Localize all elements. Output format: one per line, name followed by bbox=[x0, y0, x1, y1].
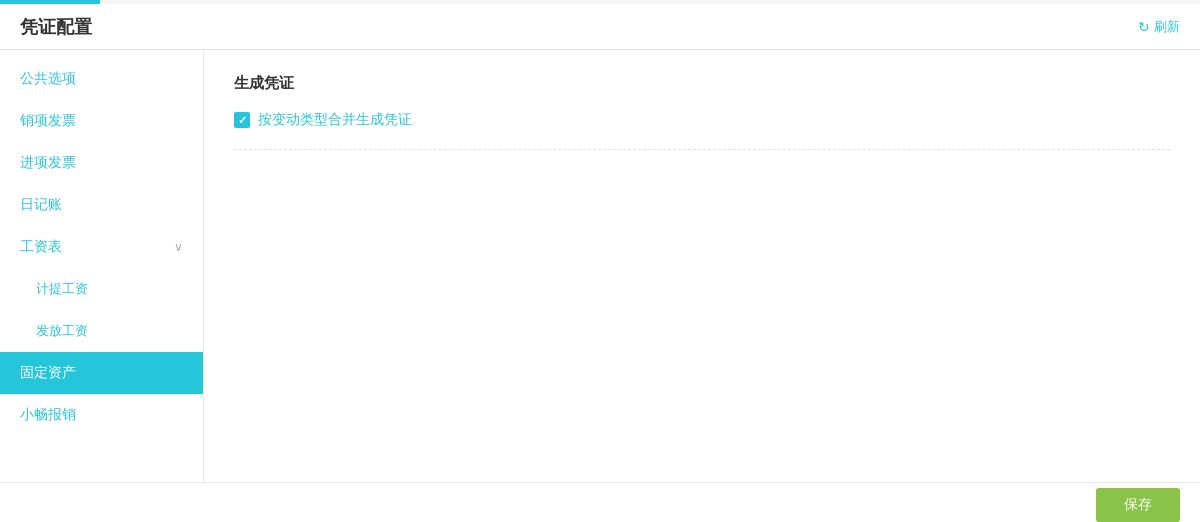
merge-voucher-label: 按变动类型合并生成凭证 bbox=[258, 111, 412, 129]
section-divider bbox=[234, 149, 1170, 150]
sidebar: 公共选项销项发票进项发票日记账工资表 ∨ 计提工资发放工资固定资产小畅报销 bbox=[0, 50, 204, 482]
sidebar-item-payroll-pay[interactable]: 发放工资 bbox=[0, 310, 203, 352]
main-layout: 公共选项销项发票进项发票日记账工资表 ∨ 计提工资发放工资固定资产小畅报销 生成凭证… bbox=[0, 50, 1200, 482]
merge-voucher-checkbox[interactable] bbox=[234, 112, 250, 128]
sidebar-item-label: 销项发票 bbox=[20, 112, 76, 130]
refresh-button[interactable]: ↻ 刷新 bbox=[1138, 18, 1180, 36]
main-content: 生成凭证 按变动类型合并生成凭证 bbox=[204, 50, 1200, 482]
sidebar-item-sales-invoice[interactable]: 销项发票 bbox=[0, 100, 203, 142]
section-title: 生成凭证 bbox=[234, 74, 1170, 93]
sidebar-item-label: 工资表 bbox=[20, 238, 62, 256]
sidebar-item-public[interactable]: 公共选项 bbox=[0, 58, 203, 100]
page-title: 凭证配置 bbox=[20, 15, 92, 39]
sidebar-item-journal[interactable]: 日记账 bbox=[0, 184, 203, 226]
sidebar-item-label: 小畅报销 bbox=[20, 406, 76, 424]
sidebar-item-label: 发放工资 bbox=[36, 322, 88, 340]
sidebar-item-expense[interactable]: 小畅报销 bbox=[0, 394, 203, 436]
sidebar-item-purchase-invoice[interactable]: 进项发票 bbox=[0, 142, 203, 184]
page-footer: 保存 bbox=[0, 482, 1200, 522]
sidebar-item-label: 日记账 bbox=[20, 196, 62, 214]
refresh-icon: ↻ bbox=[1138, 19, 1150, 35]
sidebar-item-payroll-calc[interactable]: 计提工资 bbox=[0, 268, 203, 310]
page-header: 凭证配置 ↻ 刷新 bbox=[0, 4, 1200, 50]
chevron-down-icon: ∨ bbox=[174, 240, 183, 254]
sidebar-item-fixed-assets[interactable]: 固定资产 bbox=[0, 352, 203, 394]
merge-voucher-row: 按变动类型合并生成凭证 bbox=[234, 111, 1170, 129]
sidebar-item-label: 计提工资 bbox=[36, 280, 88, 298]
sidebar-item-label: 固定资产 bbox=[20, 364, 76, 382]
sidebar-item-label: 公共选项 bbox=[20, 70, 76, 88]
refresh-label: 刷新 bbox=[1154, 18, 1180, 36]
sidebar-item-label: 进项发票 bbox=[20, 154, 76, 172]
sidebar-item-payroll-table[interactable]: 工资表 ∨ bbox=[0, 226, 203, 268]
save-button[interactable]: 保存 bbox=[1096, 488, 1180, 522]
